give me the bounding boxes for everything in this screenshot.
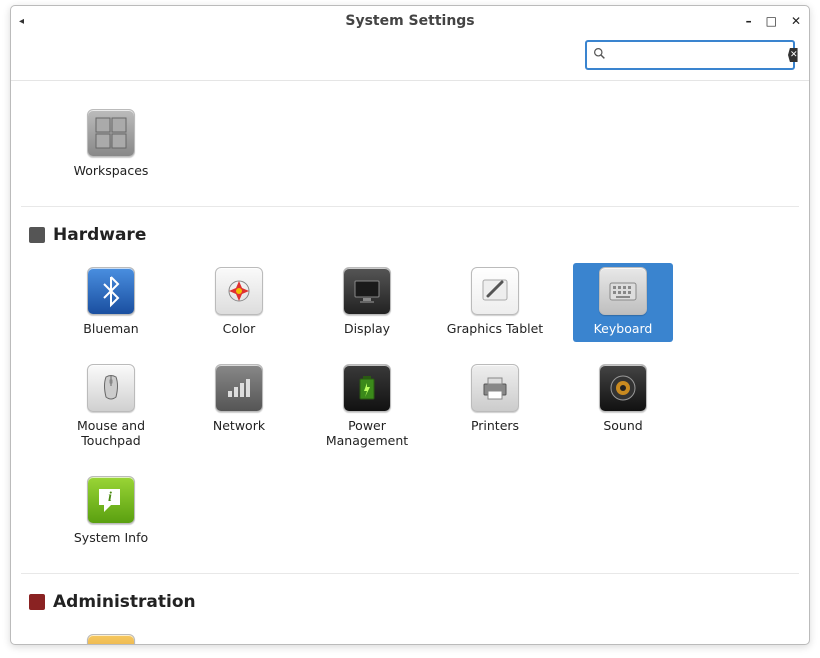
section-top: Workspaces xyxy=(11,81,809,184)
power-icon xyxy=(343,364,391,412)
item-power-management[interactable]: Power Management xyxy=(317,360,417,454)
item-label: Color xyxy=(223,321,256,336)
color-icon xyxy=(215,267,263,315)
item-network[interactable]: Network xyxy=(189,360,289,454)
section-administration: Administration Users and Groups xyxy=(11,584,809,644)
item-graphics-tablet[interactable]: Graphics Tablet xyxy=(445,263,545,342)
item-users-groups[interactable]: Users and Groups xyxy=(61,630,161,644)
settings-window: ◂ System Settings – □ ✕ xyxy=(10,5,810,645)
svg-text:i: i xyxy=(108,490,112,505)
clear-search-icon[interactable] xyxy=(788,48,798,62)
item-display[interactable]: Display xyxy=(317,263,417,342)
divider xyxy=(21,573,799,574)
workspaces-icon xyxy=(87,109,135,157)
display-icon xyxy=(343,267,391,315)
content-scroll[interactable]: Workspaces Hardware Blueman xyxy=(11,80,809,644)
section-hardware: Hardware Blueman Color xyxy=(11,217,809,551)
tablet-icon xyxy=(471,267,519,315)
toolbar xyxy=(11,36,809,80)
bluetooth-icon xyxy=(87,267,135,315)
item-workspaces[interactable]: Workspaces xyxy=(61,105,161,184)
search-icon xyxy=(593,47,606,64)
item-label: Mouse and Touchpad xyxy=(61,418,161,448)
section-title: Administration xyxy=(53,592,196,612)
app-menu-icon[interactable]: ◂ xyxy=(19,16,24,27)
search-input[interactable] xyxy=(612,48,788,63)
maximize-button[interactable]: □ xyxy=(766,14,777,28)
sound-icon xyxy=(599,364,647,412)
item-label: Keyboard xyxy=(594,321,653,336)
close-button[interactable]: ✕ xyxy=(791,14,801,28)
item-label: Blueman xyxy=(83,321,138,336)
section-title: Hardware xyxy=(53,225,146,245)
search-field[interactable] xyxy=(585,40,795,70)
section-header-administration: Administration xyxy=(21,584,799,618)
sysinfo-icon: i xyxy=(87,476,135,524)
keyboard-icon xyxy=(599,267,647,315)
users-icon xyxy=(87,634,135,644)
mouse-icon xyxy=(87,364,135,412)
administration-category-icon xyxy=(29,594,45,610)
item-blueman[interactable]: Blueman xyxy=(61,263,161,342)
item-keyboard[interactable]: Keyboard xyxy=(573,263,673,342)
section-header-hardware: Hardware xyxy=(21,217,799,251)
item-system-info[interactable]: i System Info xyxy=(61,472,161,551)
item-label: Graphics Tablet xyxy=(447,321,543,336)
hardware-category-icon xyxy=(29,227,45,243)
titlebar: ◂ System Settings – □ ✕ xyxy=(11,6,809,36)
item-label: Sound xyxy=(603,418,642,433)
item-label: Network xyxy=(213,418,265,433)
item-label: Display xyxy=(344,321,390,336)
item-label: Printers xyxy=(471,418,519,433)
item-label: Power Management xyxy=(317,418,417,448)
window-title: System Settings xyxy=(11,13,809,29)
item-printers[interactable]: Printers xyxy=(445,360,545,454)
divider xyxy=(21,206,799,207)
minimize-button[interactable]: – xyxy=(746,14,752,28)
item-sound[interactable]: Sound xyxy=(573,360,673,454)
item-label: System Info xyxy=(74,530,148,545)
window-controls: – □ ✕ xyxy=(746,14,801,28)
item-color[interactable]: Color xyxy=(189,263,289,342)
item-mouse-touchpad[interactable]: Mouse and Touchpad xyxy=(61,360,161,454)
network-icon xyxy=(215,364,263,412)
item-label: Workspaces xyxy=(74,163,149,178)
printers-icon xyxy=(471,364,519,412)
